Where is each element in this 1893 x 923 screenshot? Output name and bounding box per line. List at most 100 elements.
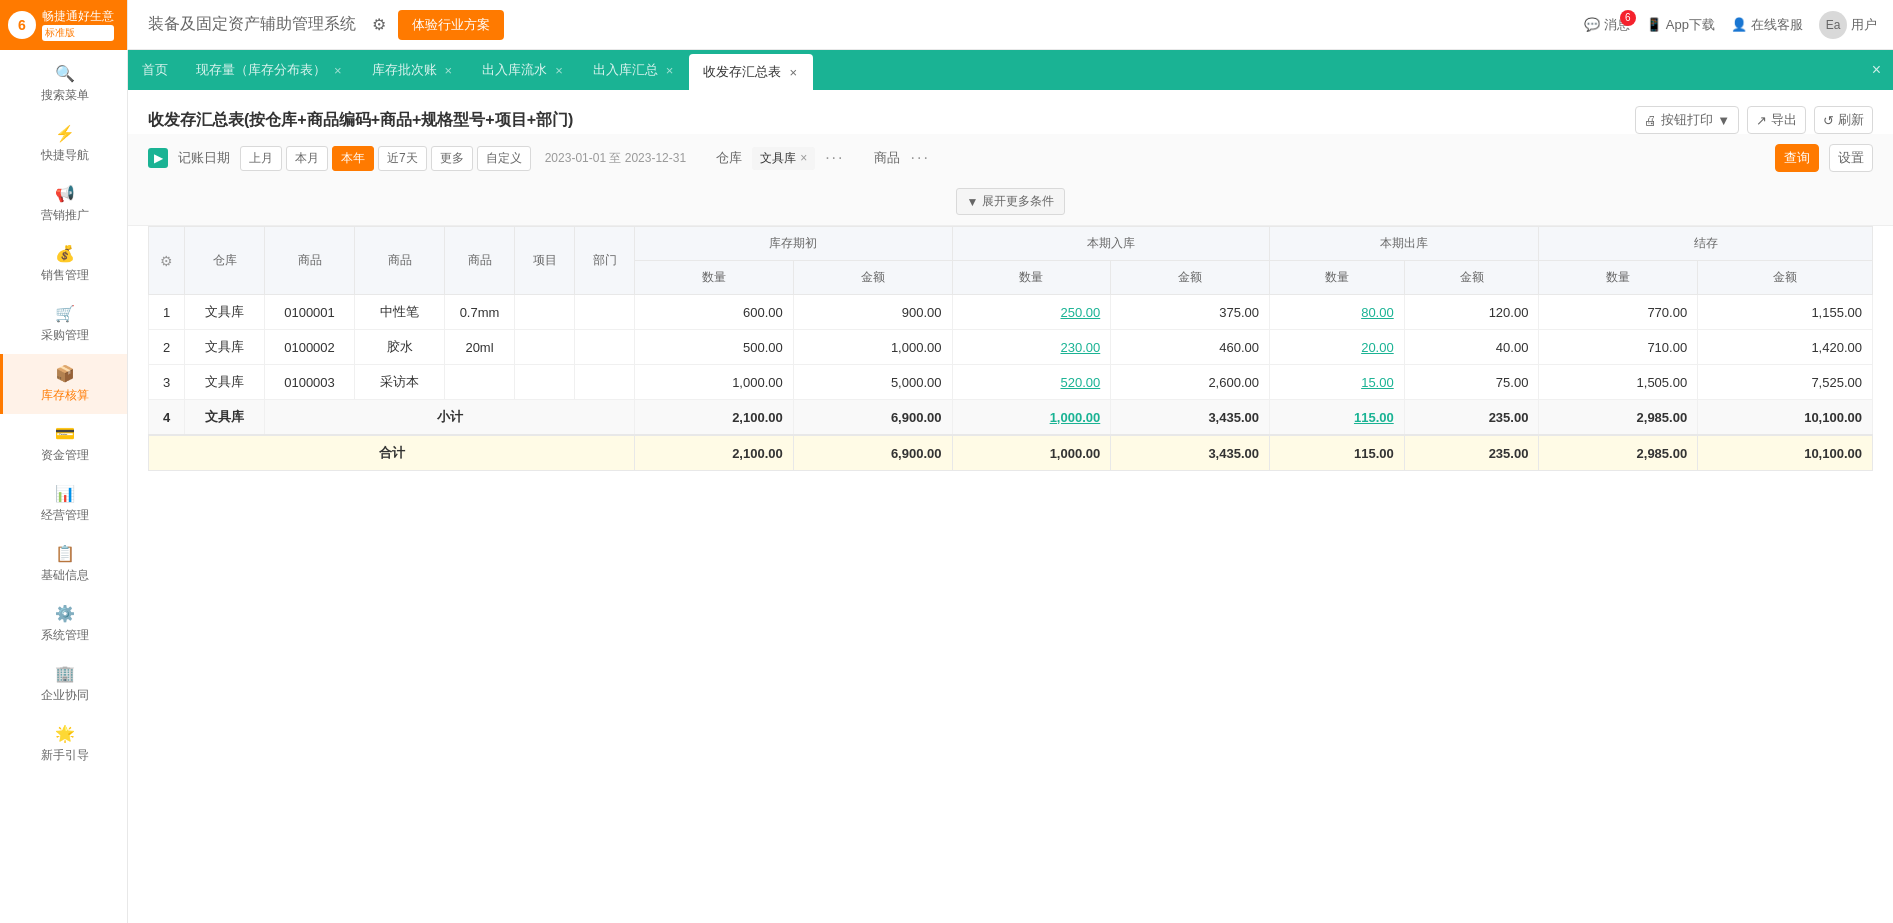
sidebar-item-purchase[interactable]: 🛒 采购管理 — [0, 294, 127, 354]
cell-dept — [575, 330, 635, 365]
th-warehouse: 仓库 — [185, 227, 265, 295]
app-name: 畅捷通好生意 — [42, 9, 114, 25]
app-logo: 6 畅捷通好生意 标准版 — [0, 0, 127, 50]
in-qty-link[interactable]: 230.00 — [1060, 340, 1100, 355]
date-btn-this-year[interactable]: 本年 — [332, 146, 374, 171]
user-avatar[interactable]: Ea 用户 — [1819, 11, 1877, 39]
cell-in-qty[interactable]: 520.00 — [952, 365, 1111, 400]
sidebar-item-label: 搜索菜单 — [41, 87, 89, 104]
cell-open-qty: 600.00 — [635, 295, 794, 330]
cell-out-qty[interactable]: 20.00 — [1270, 330, 1405, 365]
sidebar-item-operations[interactable]: 📊 经营管理 — [0, 474, 127, 534]
warehouse-tag-close[interactable]: × — [800, 151, 807, 165]
settings-button[interactable]: 设置 — [1829, 144, 1873, 172]
search-icon: 🔍 — [55, 64, 75, 83]
out-qty-link[interactable]: 15.00 — [1361, 375, 1394, 390]
cell-warehouse: 文具库 — [185, 365, 265, 400]
messages-btn[interactable]: 💬 消息 6 — [1584, 16, 1630, 34]
table-settings-gear[interactable]: ⚙ — [160, 253, 173, 269]
subtotal-warehouse: 文具库 — [185, 400, 265, 436]
tab-label: 现存量（库存分布表） — [196, 61, 326, 79]
in-qty-link[interactable]: 250.00 — [1060, 305, 1100, 320]
cell-warehouse: 文具库 — [185, 330, 265, 365]
goods-ellipsis[interactable]: ··· — [910, 149, 929, 167]
tab-close-icon[interactable]: × — [553, 61, 565, 80]
out-qty-link[interactable]: 80.00 — [1361, 305, 1394, 320]
tab-label: 出入库流水 — [482, 61, 547, 79]
cell-open-amt: 900.00 — [793, 295, 952, 330]
sidebar-item-enterprise[interactable]: 🏢 企业协同 — [0, 654, 127, 714]
subtotal-open-qty: 2,100.00 — [635, 400, 794, 436]
sidebar-item-finance[interactable]: 💳 资金管理 — [0, 414, 127, 474]
cell-in-qty[interactable]: 250.00 — [952, 295, 1111, 330]
cell-out-qty[interactable]: 80.00 — [1270, 295, 1405, 330]
cell-no: 1 — [149, 295, 185, 330]
sales-icon: 💰 — [55, 244, 75, 263]
date-filter-buttons: 上月 本月 本年 近7天 更多 自定义 — [240, 146, 531, 171]
cell-in-amt: 460.00 — [1111, 330, 1270, 365]
cell-name: 胶水 — [355, 330, 445, 365]
query-button[interactable]: 查询 — [1775, 144, 1819, 172]
cell-out-amt: 40.00 — [1404, 330, 1539, 365]
date-btn-custom[interactable]: 自定义 — [477, 146, 531, 171]
th-in-stock: 本期入库 — [952, 227, 1270, 261]
table-row: 3 文具库 0100003 采访本 1,000.00 5,000.00 520.… — [149, 365, 1873, 400]
out-qty-link[interactable]: 20.00 — [1361, 340, 1394, 355]
subtotal-row: 4 文具库 小计 2,100.00 6,900.00 1,000.00 3,43… — [149, 400, 1873, 436]
refresh-button[interactable]: ↺ 刷新 — [1814, 106, 1873, 134]
subtotal-no: 4 — [149, 400, 185, 436]
trial-button[interactable]: 体验行业方案 — [398, 10, 504, 40]
tab-close-icon[interactable]: × — [787, 63, 799, 82]
chevron-down-icon: ▼ — [1717, 113, 1730, 128]
cell-open-amt: 5,000.00 — [793, 365, 952, 400]
table-row: 2 文具库 0100002 胶水 20ml 500.00 1,000.00 23… — [149, 330, 1873, 365]
date-btn-more[interactable]: 更多 — [431, 146, 473, 171]
date-btn-this-month[interactable]: 本月 — [286, 146, 328, 171]
settings-icon[interactable]: ⚙ — [368, 11, 390, 38]
export-icon: ↗ — [1756, 113, 1767, 128]
th-project: 项目 — [515, 227, 575, 295]
cell-open-qty: 500.00 — [635, 330, 794, 365]
total-end-amt: 10,100.00 — [1698, 435, 1873, 471]
th-open-stock: 库存期初 — [635, 227, 953, 261]
sidebar-item-search[interactable]: 🔍 搜索菜单 — [0, 54, 127, 114]
tab-receive-summary[interactable]: 收发存汇总表 × — [689, 54, 813, 90]
sidebar-item-label: 经营管理 — [41, 507, 89, 524]
tab-close-icon[interactable]: × — [332, 61, 344, 80]
tab-inout-flow[interactable]: 出入库流水 × — [468, 50, 579, 90]
sidebar-item-sales[interactable]: 💰 销售管理 — [0, 234, 127, 294]
cell-dept — [575, 365, 635, 400]
tab-batch[interactable]: 库存批次账 × — [358, 50, 469, 90]
cell-in-qty[interactable]: 230.00 — [952, 330, 1111, 365]
export-button[interactable]: ↗ 导出 — [1747, 106, 1806, 134]
sidebar-item-basic-info[interactable]: 📋 基础信息 — [0, 534, 127, 594]
sidebar-item-system[interactable]: ⚙️ 系统管理 — [0, 594, 127, 654]
tab-inventory-dist[interactable]: 现存量（库存分布表） × — [182, 50, 358, 90]
sidebar-item-quick-nav[interactable]: ⚡ 快捷导航 — [0, 114, 127, 174]
cell-end-qty: 710.00 — [1539, 330, 1698, 365]
expand-conditions-button[interactable]: ▼ 展开更多条件 — [956, 188, 1066, 215]
subtotal-open-amt: 6,900.00 — [793, 400, 952, 436]
total-out-qty: 115.00 — [1270, 435, 1405, 471]
subtotal-in-qty: 1,000.00 — [952, 400, 1111, 436]
in-qty-link[interactable]: 520.00 — [1060, 375, 1100, 390]
print-button[interactable]: 🖨 按钮打印 ▼ — [1635, 106, 1739, 134]
date-btn-last-month[interactable]: 上月 — [240, 146, 282, 171]
date-btn-7days[interactable]: 近7天 — [378, 146, 427, 171]
th-settings: ⚙ — [149, 227, 185, 295]
subtotal-end-qty: 2,985.00 — [1539, 400, 1698, 436]
tab-home[interactable]: 首页 — [128, 50, 182, 90]
cell-out-qty[interactable]: 15.00 — [1270, 365, 1405, 400]
sidebar-item-guide[interactable]: 🌟 新手引导 — [0, 714, 127, 774]
sidebar-item-inventory[interactable]: 📦 库存核算 — [0, 354, 127, 414]
warehouse-ellipsis[interactable]: ··· — [825, 149, 844, 167]
app-download-btn[interactable]: 📱 App下载 — [1646, 16, 1715, 34]
tab-inout-summary[interactable]: 出入库汇总 × — [579, 50, 690, 90]
global-close-btn[interactable]: × — [1860, 61, 1893, 79]
collapse-arrow[interactable]: ▶ — [148, 148, 168, 168]
tab-close-icon[interactable]: × — [443, 61, 455, 80]
cell-code: 0100003 — [265, 365, 355, 400]
tab-close-icon[interactable]: × — [664, 61, 676, 80]
online-service-btn[interactable]: 👤 在线客服 — [1731, 16, 1803, 34]
sidebar-item-marketing[interactable]: 📢 营销推广 — [0, 174, 127, 234]
